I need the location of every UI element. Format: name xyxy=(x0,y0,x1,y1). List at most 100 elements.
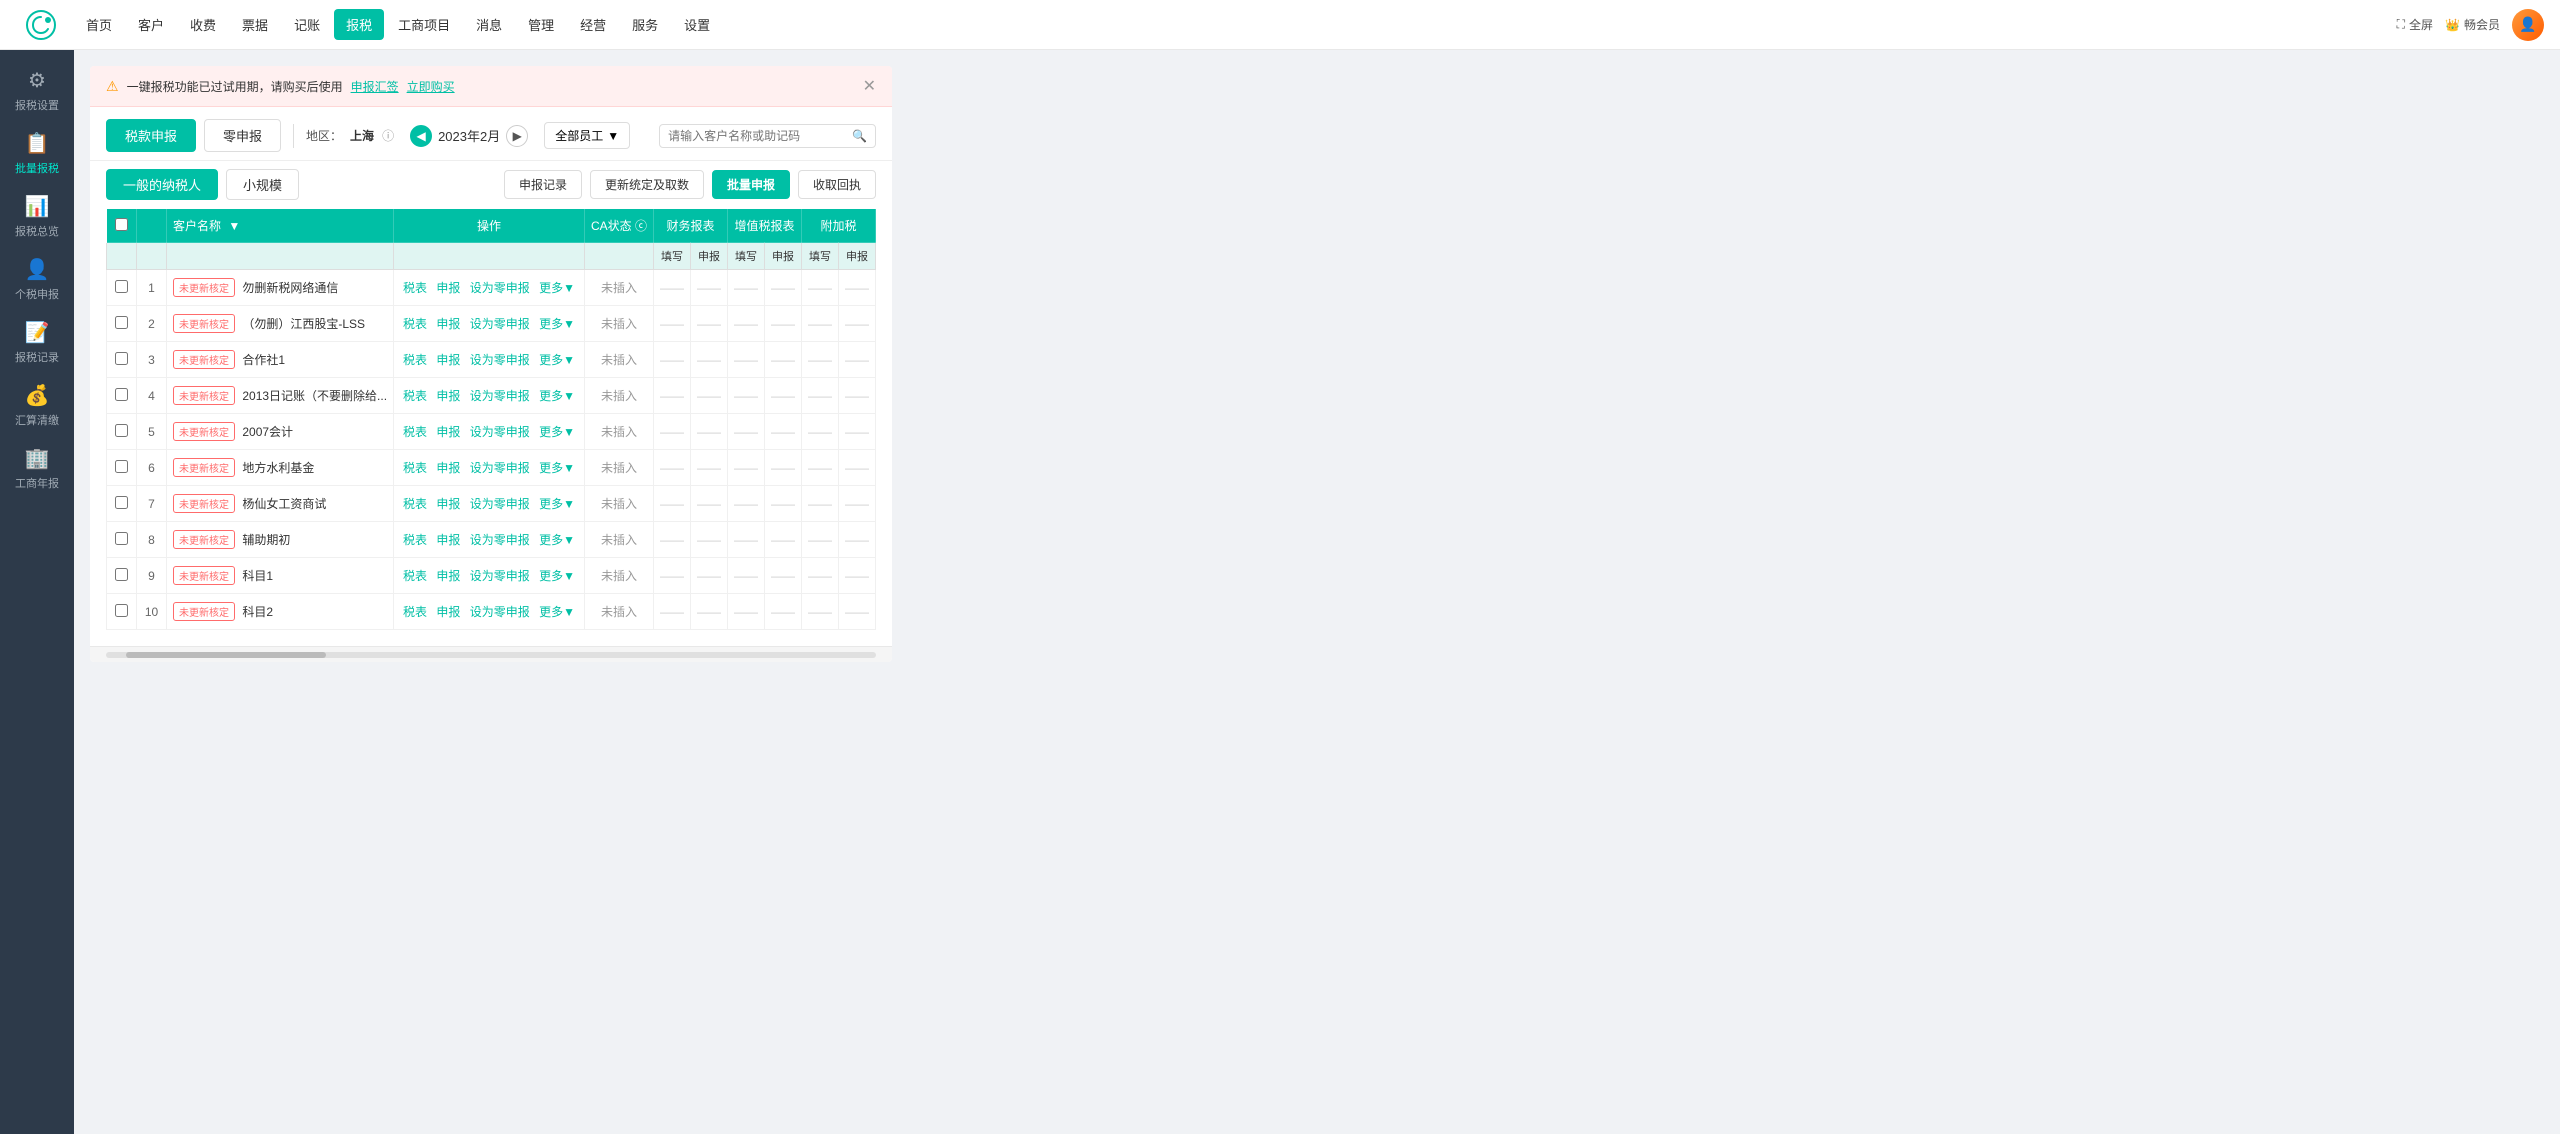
op-zero[interactable]: 设为零申报 xyxy=(470,533,530,547)
batch-apply-btn[interactable]: 批量申报 xyxy=(712,170,790,199)
nav-settings[interactable]: 设置 xyxy=(672,9,722,40)
nav-accounting[interactable]: 记账 xyxy=(282,9,332,40)
small-scale-tab[interactable]: 小规模 xyxy=(226,169,299,200)
op-taxform[interactable]: 税表 xyxy=(403,281,427,295)
op-apply[interactable]: 申报 xyxy=(436,461,460,475)
op-more[interactable]: 更多▼ xyxy=(539,461,575,475)
row-checkbox[interactable] xyxy=(115,280,128,293)
op-apply[interactable]: 申报 xyxy=(436,533,460,547)
op-apply[interactable]: 申报 xyxy=(436,497,460,511)
op-taxform[interactable]: 税表 xyxy=(403,605,427,619)
close-banner-btn[interactable]: ✕ xyxy=(863,76,876,96)
next-month-btn[interactable]: ▶ xyxy=(506,125,528,147)
sidebar-item-tax-records[interactable]: 📝 报税记录 xyxy=(0,310,74,373)
search-input[interactable] xyxy=(668,129,848,143)
nav-billing[interactable]: 收费 xyxy=(178,9,228,40)
buy-link[interactable]: 立即购买 xyxy=(407,78,455,95)
op-taxform[interactable]: 税表 xyxy=(403,461,427,475)
row-checkbox[interactable] xyxy=(115,496,128,509)
row-checkbox[interactable] xyxy=(115,316,128,329)
update-data-btn[interactable]: 更新统定及取数 xyxy=(590,170,704,199)
general-taxpayer-tab[interactable]: 一般的纳税人 xyxy=(106,169,218,200)
vip-btn[interactable]: 👑 畅会员 xyxy=(2445,16,2500,33)
op-zero[interactable]: 设为零申报 xyxy=(470,317,530,331)
op-apply[interactable]: 申报 xyxy=(436,317,460,331)
nav-service[interactable]: 服务 xyxy=(620,9,670,40)
select-all-checkbox[interactable] xyxy=(115,218,128,231)
row-checkbox[interactable] xyxy=(115,352,128,365)
op-more[interactable]: 更多▼ xyxy=(539,425,575,439)
row-checkbox[interactable] xyxy=(115,568,128,581)
nav-tax[interactable]: 报税 xyxy=(334,9,384,40)
op-apply[interactable]: 申报 xyxy=(436,389,460,403)
op-taxform[interactable]: 税表 xyxy=(403,389,427,403)
logo[interactable] xyxy=(16,0,66,50)
op-zero[interactable]: 设为零申报 xyxy=(470,605,530,619)
op-more[interactable]: 更多▼ xyxy=(539,281,575,295)
op-zero[interactable]: 设为零申报 xyxy=(470,461,530,475)
op-taxform[interactable]: 税表 xyxy=(403,497,427,511)
collect-receipt-btn[interactable]: 收取回执 xyxy=(798,170,876,199)
op-taxform[interactable]: 税表 xyxy=(403,317,427,331)
search-icon[interactable]: 🔍 xyxy=(852,129,867,143)
apply-link[interactable]: 申报汇签 xyxy=(351,78,399,95)
zero-apply-tab[interactable]: 零申报 xyxy=(204,119,281,152)
op-apply[interactable]: 申报 xyxy=(436,353,460,367)
op-more[interactable]: 更多▼ xyxy=(539,389,575,403)
nav-customer[interactable]: 客户 xyxy=(126,9,176,40)
op-more[interactable]: 更多▼ xyxy=(539,497,575,511)
op-taxform[interactable]: 税表 xyxy=(403,353,427,367)
op-taxform[interactable]: 税表 xyxy=(403,569,427,583)
op-zero[interactable]: 设为零申报 xyxy=(470,389,530,403)
staff-selector[interactable]: 全部员工 ▼ xyxy=(544,122,630,149)
sidebar-item-tax-settings[interactable]: ⚙ 报税设置 xyxy=(0,58,74,121)
scrollbar-thumb[interactable] xyxy=(126,652,326,658)
customer-name: 科目1 xyxy=(242,569,273,583)
tax-apply-tab[interactable]: 税款申报 xyxy=(106,119,196,152)
row-checkbox[interactable] xyxy=(115,604,128,617)
row-checkbox[interactable] xyxy=(115,532,128,545)
nav-operation[interactable]: 经营 xyxy=(568,9,618,40)
op-zero[interactable]: 设为零申报 xyxy=(470,281,530,295)
row-checkbox[interactable] xyxy=(115,424,128,437)
sidebar-item-tax-overview[interactable]: 📊 报税总览 xyxy=(0,184,74,247)
nav-right: ⛶ 全屏 👑 畅会员 👤 xyxy=(2397,9,2544,41)
op-more[interactable]: 更多▼ xyxy=(539,533,575,547)
op-more[interactable]: 更多▼ xyxy=(539,605,575,619)
sidebar-item-personal-tax[interactable]: 👤 个税申报 xyxy=(0,247,74,310)
sidebar-item-annual-settlement[interactable]: 💰 汇算清缴 xyxy=(0,373,74,436)
fullscreen-btn[interactable]: ⛶ 全屏 xyxy=(2397,16,2433,33)
op-apply[interactable]: 申报 xyxy=(436,605,460,619)
row-checkbox[interactable] xyxy=(115,460,128,473)
op-taxform[interactable]: 税表 xyxy=(403,533,427,547)
op-apply[interactable]: 申报 xyxy=(436,569,460,583)
nav-home[interactable]: 首页 xyxy=(74,9,124,40)
op-zero[interactable]: 设为零申报 xyxy=(470,425,530,439)
avatar[interactable]: 👤 xyxy=(2512,9,2544,41)
sidebar-item-business-annual[interactable]: 🏢 工商年报 xyxy=(0,436,74,499)
main-content: ⚠ 一键报税功能已过试用期，请购买后使用 申报汇签 立即购买 ✕ 税款申报 零申… xyxy=(74,50,908,1134)
sidebar-item-batch-tax[interactable]: 📋 批量报税 xyxy=(0,121,74,184)
op-taxform[interactable]: 税表 xyxy=(403,425,427,439)
ca-info-icon[interactable]: ⓒ xyxy=(635,219,647,233)
nav-manage[interactable]: 管理 xyxy=(516,9,566,40)
apply-records-btn[interactable]: 申报记录 xyxy=(504,170,582,199)
op-apply[interactable]: 申报 xyxy=(436,281,460,295)
op-zero[interactable]: 设为零申报 xyxy=(470,353,530,367)
op-zero[interactable]: 设为零申报 xyxy=(470,497,530,511)
op-more[interactable]: 更多▼ xyxy=(539,353,575,367)
sort-icon[interactable]: ▼ xyxy=(228,219,240,233)
prev-month-btn[interactable]: ◀ xyxy=(410,125,432,147)
customer-name: 科目2 xyxy=(242,605,273,619)
row-ca: 未插入 xyxy=(585,378,654,414)
op-zero[interactable]: 设为零申报 xyxy=(470,569,530,583)
nav-invoice[interactable]: 票据 xyxy=(230,9,280,40)
row-checkbox[interactable] xyxy=(115,388,128,401)
nav-business[interactable]: 工商项目 xyxy=(386,9,462,40)
op-more[interactable]: 更多▼ xyxy=(539,317,575,331)
region-info-icon[interactable]: ⓘ xyxy=(382,127,394,144)
horizontal-scrollbar[interactable] xyxy=(90,646,892,662)
op-more[interactable]: 更多▼ xyxy=(539,569,575,583)
op-apply[interactable]: 申报 xyxy=(436,425,460,439)
nav-message[interactable]: 消息 xyxy=(464,9,514,40)
